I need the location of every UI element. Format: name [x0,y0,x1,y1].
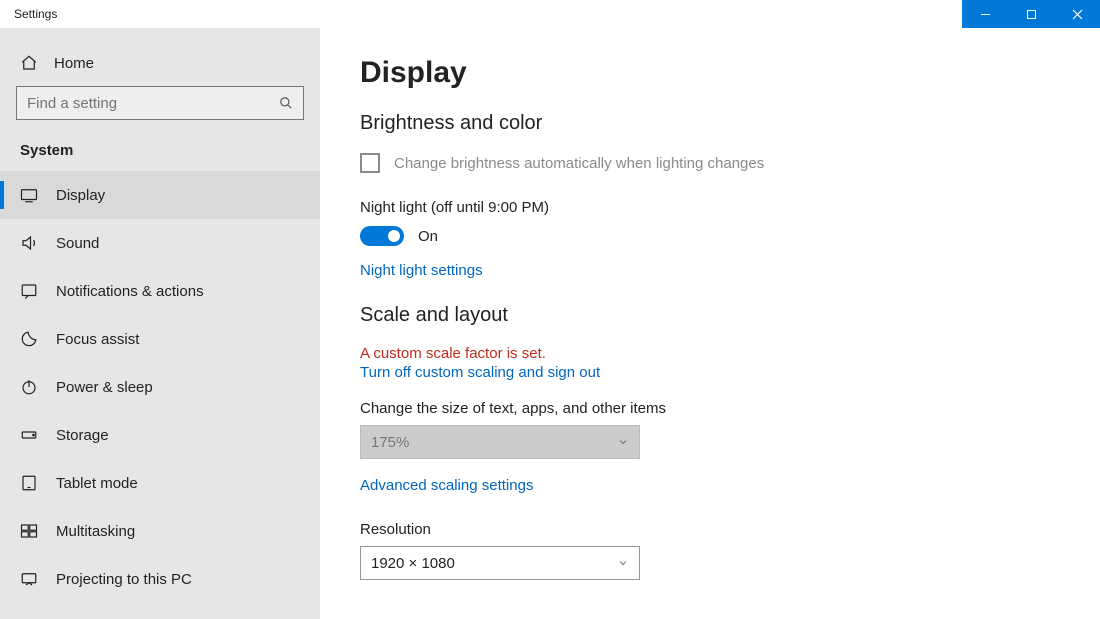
home-nav[interactable]: Home [0,44,320,82]
nav-item-display[interactable]: Display [0,171,320,219]
storage-icon [20,426,38,444]
auto-brightness-checkbox-row[interactable]: Change brightness automatically when lig… [360,153,1060,173]
nav-item-sound[interactable]: Sound [0,219,320,267]
focus-assist-icon [20,330,38,348]
nav-item-power-sleep[interactable]: Power & sleep [0,363,320,411]
close-button[interactable] [1054,0,1100,28]
main-content: Display Brightness and color Change brig… [320,28,1100,619]
nav-item-label: Storage [56,427,109,444]
search-icon [279,96,293,110]
home-icon [20,54,38,72]
nav-item-multitasking[interactable]: Multitasking [0,507,320,555]
text-size-label: Change the size of text, apps, and other… [360,400,1060,417]
night-light-toggle[interactable] [360,226,404,246]
turn-off-custom-scaling-link[interactable]: Turn off custom scaling and sign out [360,364,600,381]
advanced-scaling-link[interactable]: Advanced scaling settings [360,477,533,494]
home-label: Home [54,55,94,72]
page-title: Display [360,56,1060,90]
nav-item-tablet-mode[interactable]: Tablet mode [0,459,320,507]
section-brightness-heading: Brightness and color [360,112,1060,135]
sound-icon [20,234,38,252]
nav-item-label: Multitasking [56,523,135,540]
toggle-knob [388,230,400,242]
resolution-value: 1920 × 1080 [371,555,455,572]
nav-item-label: Focus assist [56,331,139,348]
window-title: Settings [0,7,57,21]
resolution-select[interactable]: 1920 × 1080 [360,546,640,580]
nav-item-projecting[interactable]: Projecting to this PC [0,555,320,603]
nav-item-notifications[interactable]: Notifications & actions [0,267,320,315]
nav-item-label: Power & sleep [56,379,153,396]
nav-item-label: Tablet mode [56,475,138,492]
nav-item-focus-assist[interactable]: Focus assist [0,315,320,363]
nav-item-label: Notifications & actions [56,283,204,300]
resolution-label: Resolution [360,521,1060,538]
tablet-icon [20,474,38,492]
text-size-value: 175% [371,434,409,451]
search-field[interactable] [16,86,304,120]
nav-item-storage[interactable]: Storage [0,411,320,459]
multitasking-icon [20,522,38,540]
night-light-label: Night light (off until 9:00 PM) [360,199,1060,216]
minimize-button[interactable] [962,0,1008,28]
window-controls [962,0,1100,28]
power-icon [20,378,38,396]
night-light-settings-link[interactable]: Night light settings [360,262,483,279]
night-light-state: On [418,228,438,245]
search-input[interactable] [27,95,269,112]
nav-item-label: Projecting to this PC [56,571,192,588]
notifications-icon [20,282,38,300]
checkbox-icon [360,153,380,173]
settings-window: Settings Home [0,0,1100,619]
auto-brightness-label: Change brightness automatically when lig… [394,155,764,172]
nav-list: Display Sound Notifications & actions [0,171,320,603]
text-size-select: 175% [360,425,640,459]
nav-item-label: Sound [56,235,99,252]
custom-scale-warning: A custom scale factor is set. [360,345,1060,362]
chevron-down-icon [617,436,629,448]
display-icon [20,186,38,204]
nav-group-label: System [0,134,320,171]
section-scale-heading: Scale and layout [360,304,1060,327]
chevron-down-icon [617,557,629,569]
projecting-icon [20,570,38,588]
maximize-button[interactable] [1008,0,1054,28]
title-bar: Settings [0,0,1100,28]
sidebar: Home System Display [0,28,320,619]
nav-item-label: Display [56,187,105,204]
